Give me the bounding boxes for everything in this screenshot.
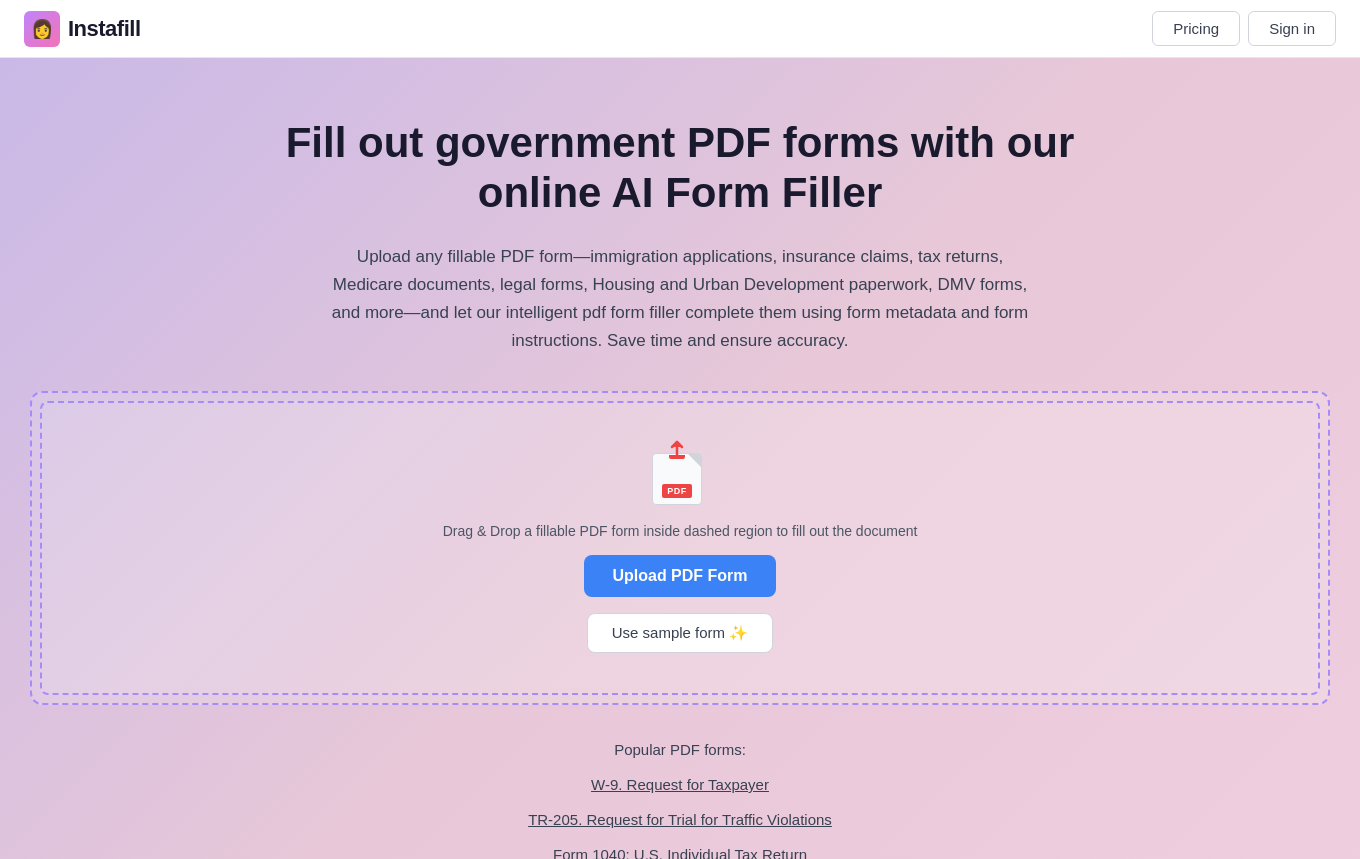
sample-form-button[interactable]: Use sample form ✨ <box>587 613 774 653</box>
popular-label: Popular PDF forms: <box>614 741 746 758</box>
popular-forms-section: Popular PDF forms: W-9. Request for Taxp… <box>436 741 924 859</box>
upload-arrow-icon <box>665 439 689 467</box>
form-link-1040[interactable]: Form 1040: U.S. Individual Tax Return <box>553 846 807 859</box>
signin-button[interactable]: Sign in <box>1248 11 1336 46</box>
drag-drop-text: Drag & Drop a fillable PDF form inside d… <box>443 523 918 539</box>
pdf-icon-wrapper: PDF <box>652 443 708 507</box>
pdf-label: PDF <box>662 484 692 498</box>
logo-avatar: 👩 <box>24 11 60 47</box>
pdf-doc-shape: PDF <box>652 443 702 505</box>
nav-right: Pricing Sign in <box>1152 11 1336 46</box>
pricing-button[interactable]: Pricing <box>1152 11 1240 46</box>
logo-text: Instafill <box>68 16 141 42</box>
upload-zone-inner[interactable]: PDF Drag & Drop a fillable PDF form insi… <box>40 401 1320 695</box>
pdf-corner-fold <box>688 454 701 467</box>
form-link-w9[interactable]: W-9. Request for Taxpayer <box>591 776 769 793</box>
main-content: Fill out government PDF forms with our o… <box>0 58 1360 859</box>
hero-subtitle: Upload any fillable PDF form—immigration… <box>320 243 1040 355</box>
logo[interactable]: 👩 Instafill <box>24 11 141 47</box>
upload-pdf-button[interactable]: Upload PDF Form <box>584 555 775 597</box>
navbar: 👩 Instafill Pricing Sign in <box>0 0 1360 58</box>
hero-title: Fill out government PDF forms with our o… <box>230 118 1130 219</box>
form-link-tr205[interactable]: TR-205. Request for Trial for Traffic Vi… <box>528 811 832 828</box>
upload-zone-outer: PDF Drag & Drop a fillable PDF form insi… <box>30 391 1330 705</box>
pdf-upload-icon: PDF <box>652 443 708 507</box>
